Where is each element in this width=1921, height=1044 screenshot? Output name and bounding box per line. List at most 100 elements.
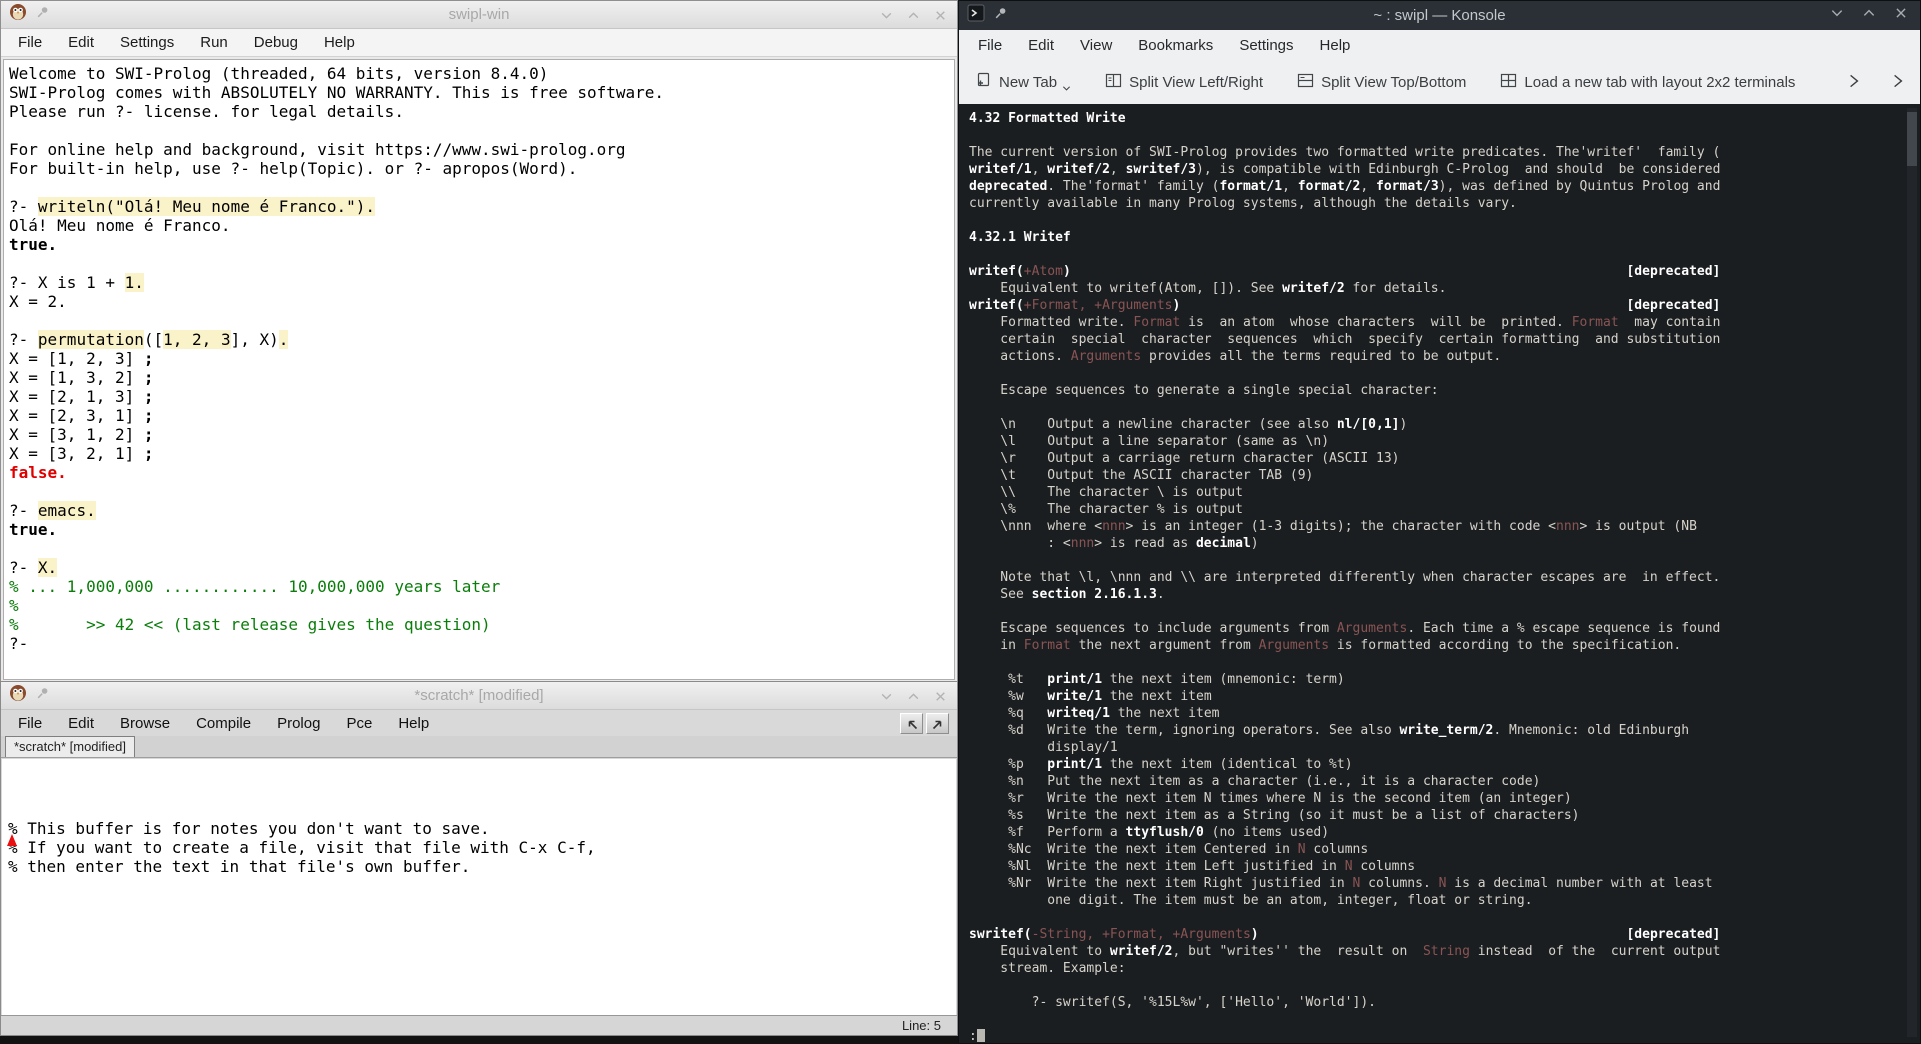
menu-item-debug[interactable]: Debug bbox=[241, 30, 311, 55]
menu-overflow-chevron-icon[interactable] bbox=[1890, 72, 1906, 94]
text-line: Escape sequences to generate a single sp… bbox=[969, 382, 1919, 399]
menu-item-settings[interactable]: Settings bbox=[107, 30, 187, 55]
terminal-output[interactable]: 4.32 Formatted Write The current version… bbox=[960, 104, 1919, 1042]
emacs-statusbar: Line: 5 bbox=[1, 1015, 957, 1035]
text-line: X = [2, 3, 1] ; bbox=[9, 406, 954, 425]
text-line: 4.32 Formatted Write bbox=[969, 110, 1919, 127]
buffer-tabbar: *scratch* [modified] bbox=[1, 736, 957, 758]
layout-2x2-button[interactable]: Load a new tab with layout 2x2 terminals bbox=[1500, 72, 1795, 93]
text-line: ?- X. bbox=[9, 558, 954, 577]
maximize-button[interactable] bbox=[907, 9, 920, 22]
scratch-titlebar[interactable]: *scratch* [modified] bbox=[1, 682, 957, 710]
text-line: %f Perform a ttyflush/0 (no items used) bbox=[969, 824, 1919, 841]
text-line: \% The character % is output bbox=[969, 501, 1919, 518]
text-line bbox=[969, 603, 1919, 620]
text-line: currently available in many Prolog syste… bbox=[969, 195, 1919, 212]
menu-item-settings[interactable]: Settings bbox=[1226, 33, 1306, 58]
menu-item-run[interactable]: Run bbox=[187, 30, 241, 55]
text-line: %s Write the next item as a String (so i… bbox=[969, 807, 1919, 824]
swipl-titlebar[interactable]: swipl-win bbox=[1, 1, 957, 29]
menu-item-browse[interactable]: Browse bbox=[107, 711, 183, 736]
konsole-titlebar[interactable]: ~ : swipl — Konsole bbox=[959, 1, 1920, 30]
menu-item-bookmarks[interactable]: Bookmarks bbox=[1125, 33, 1226, 58]
konsole-menubar: FileEditViewBookmarksSettingsHelp bbox=[959, 30, 1920, 61]
toolbar-label: Split View Top/Bottom bbox=[1321, 74, 1466, 91]
text-line: %q writeq/1 the next item bbox=[969, 705, 1919, 722]
window-title: ~ : swipl — Konsole bbox=[959, 7, 1920, 24]
text-line bbox=[969, 399, 1919, 416]
menu-item-help[interactable]: Help bbox=[1307, 33, 1364, 58]
text-line: stream. Example: bbox=[969, 960, 1919, 977]
text-line: deprecated. The'format' family (format/1… bbox=[969, 178, 1919, 195]
split-view-left-right-button[interactable]: Split View Left/Right bbox=[1105, 72, 1263, 93]
pin-icon bbox=[36, 686, 50, 705]
text-line: Welcome to SWI-Prolog (threaded, 64 bits… bbox=[9, 64, 954, 83]
konsole-toolbar: New Tab Split View Left/Right Split View… bbox=[959, 61, 1920, 104]
menu-item-view[interactable]: View bbox=[1067, 33, 1125, 58]
close-button[interactable] bbox=[934, 9, 947, 22]
menu-item-edit[interactable]: Edit bbox=[1015, 33, 1067, 58]
menu-item-help[interactable]: Help bbox=[311, 30, 368, 55]
text-line: writef(+Atom) [deprecated] bbox=[969, 263, 1919, 280]
text-line: Note that \l, \nnn and \\ are interprete… bbox=[969, 569, 1919, 586]
minimize-button[interactable] bbox=[880, 9, 893, 22]
new-tab-button[interactable]: New Tab bbox=[975, 68, 1071, 97]
scrollbar-thumb[interactable] bbox=[1907, 112, 1917, 166]
chevron-down-icon bbox=[1062, 80, 1071, 97]
text-line: Olá! Meu nome é Franco. bbox=[9, 216, 954, 235]
scratch-menubar: FileEditBrowseCompilePrologPceHelp bbox=[1, 710, 957, 736]
toolbar-overflow-chevron-icon[interactable] bbox=[1846, 72, 1862, 94]
menu-item-prolog[interactable]: Prolog bbox=[264, 711, 333, 736]
minimize-button[interactable] bbox=[1830, 6, 1844, 25]
swipl-window: swipl-win FileEditSettingsRunDebugHelp W… bbox=[0, 0, 958, 683]
text-line: writef/1, writef/2, swritef/3), is compa… bbox=[969, 161, 1919, 178]
text-line: \n Output a newline character (see also … bbox=[969, 416, 1919, 433]
text-line: ?- writeln("Olá! Meu nome é Franco."). bbox=[9, 197, 954, 216]
close-button[interactable] bbox=[1894, 6, 1908, 25]
maximize-button[interactable] bbox=[907, 690, 920, 703]
menu-item-edit[interactable]: Edit bbox=[55, 30, 107, 55]
menu-item-file[interactable]: File bbox=[965, 33, 1015, 58]
toolbar-label: New Tab bbox=[999, 74, 1057, 91]
menu-item-help[interactable]: Help bbox=[385, 711, 442, 736]
new-tab-icon bbox=[975, 72, 992, 93]
split-view-top-bottom-button[interactable]: Split View Top/Bottom bbox=[1297, 72, 1466, 93]
navigate-forward-button[interactable] bbox=[926, 713, 949, 734]
maximize-button[interactable] bbox=[1862, 6, 1876, 25]
text-line bbox=[969, 552, 1919, 569]
text-line bbox=[9, 482, 954, 501]
menu-item-file[interactable]: File bbox=[5, 711, 55, 736]
window-title: *scratch* [modified] bbox=[1, 687, 957, 704]
text-line: ?- permutation([1, 2, 3], X). bbox=[9, 330, 954, 349]
terminal-scrollbar[interactable] bbox=[1907, 108, 1917, 1037]
menu-item-edit[interactable]: Edit bbox=[55, 711, 107, 736]
text-line: \t Output the ASCII character TAB (9) bbox=[969, 467, 1919, 484]
close-button[interactable] bbox=[934, 690, 947, 703]
tab-scratch[interactable]: *scratch* [modified] bbox=[5, 736, 135, 757]
toolbar-label: Split View Left/Right bbox=[1129, 74, 1263, 91]
text-line: % >> 42 << (last release gives the quest… bbox=[9, 615, 954, 634]
menu-item-pce[interactable]: Pce bbox=[333, 711, 385, 736]
text-line bbox=[969, 909, 1919, 926]
prolog-console[interactable]: Welcome to SWI-Prolog (threaded, 64 bits… bbox=[3, 59, 955, 680]
pin-icon bbox=[36, 5, 50, 24]
text-line: actions. Arguments provides all the term… bbox=[969, 348, 1919, 365]
menu-item-compile[interactable]: Compile bbox=[183, 711, 264, 736]
text-line: Equivalent to writef/2, but "writes'' th… bbox=[969, 943, 1919, 960]
text-line: %n Put the next item as a character (i.e… bbox=[969, 773, 1919, 790]
text-line: % then enter the text in that file's own… bbox=[8, 857, 956, 876]
text-line: Formatted write. Format is an atom whose… bbox=[969, 314, 1919, 331]
text-line: ?- swritef(S, '%15L%w', ['Hello', 'World… bbox=[969, 994, 1919, 1011]
minimize-button[interactable] bbox=[880, 690, 893, 703]
split-left-right-icon bbox=[1105, 72, 1122, 93]
text-line: %w write/1 the next item bbox=[969, 688, 1919, 705]
menu-item-file[interactable]: File bbox=[5, 30, 55, 55]
text-line: \\ The character \ is output bbox=[969, 484, 1919, 501]
pin-icon bbox=[994, 6, 1008, 25]
text-line bbox=[9, 178, 954, 197]
text-line bbox=[9, 311, 954, 330]
emacs-buffer[interactable]: % This buffer is for notes you don't wan… bbox=[2, 759, 956, 1015]
navigate-back-button[interactable] bbox=[900, 713, 923, 734]
text-line bbox=[969, 654, 1919, 671]
text-line: true. bbox=[9, 235, 954, 254]
